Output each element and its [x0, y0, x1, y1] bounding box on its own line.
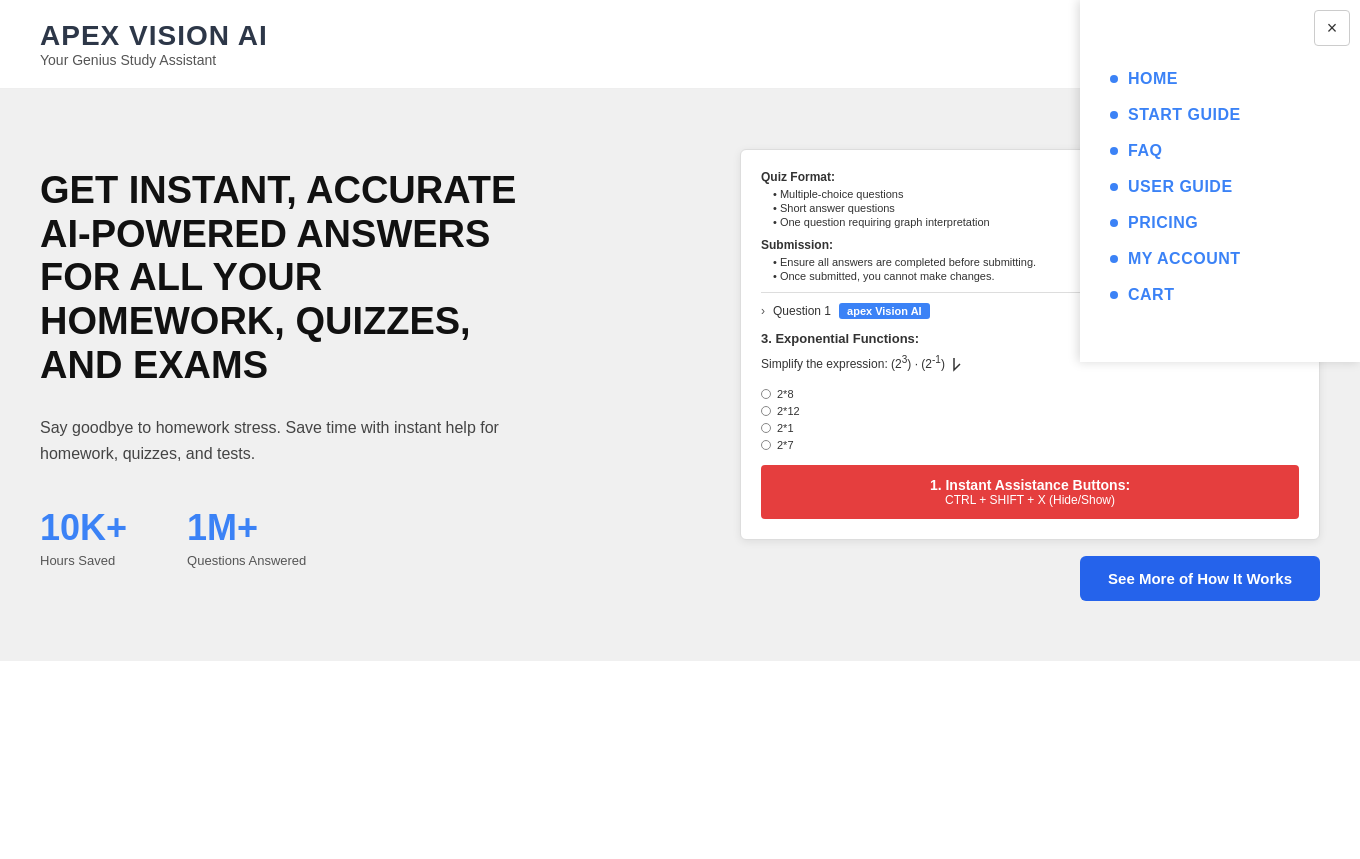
answer-text: 2*7: [777, 439, 794, 451]
radio-circle: [761, 406, 771, 416]
nav-dot: [1110, 111, 1118, 119]
nav-item-cart[interactable]: CART: [1110, 286, 1330, 304]
nav-dot: [1110, 183, 1118, 191]
header: APEX VISION AI Your Genius Study Assista…: [0, 0, 1360, 89]
radio-circle: [761, 423, 771, 433]
nav-item-home[interactable]: HOME: [1110, 70, 1330, 88]
nav-link-home[interactable]: HOME: [1128, 70, 1178, 88]
nav-arrow: ›: [761, 304, 765, 318]
answer-option[interactable]: 2*7: [761, 439, 1299, 451]
nav-item-pricing[interactable]: PRICING: [1110, 214, 1330, 232]
answer-text: 2*1: [777, 422, 794, 434]
nav-overlay: × HOME START GUIDE FAQ USER GUIDE PRICIN…: [1080, 0, 1360, 362]
hero-heading: GET INSTANT, ACCURATE AI-POWERED ANSWERS…: [40, 169, 560, 387]
question-tab-label: Question 1: [773, 304, 831, 318]
answer-option[interactable]: 2*8: [761, 388, 1299, 400]
nav-list: HOME START GUIDE FAQ USER GUIDE PRICING …: [1080, 20, 1360, 342]
nav-dot: [1110, 255, 1118, 263]
nav-dot: [1110, 75, 1118, 83]
stat-questions-value: 1M+: [187, 507, 306, 549]
nav-dot: [1110, 291, 1118, 299]
radio-circle: [761, 440, 771, 450]
stat-hours-label: Hours Saved: [40, 553, 127, 568]
nav-dot: [1110, 147, 1118, 155]
answer-text: 2*8: [777, 388, 794, 400]
hero-subtext: Say goodbye to homework stress. Save tim…: [40, 415, 560, 466]
nav-link-user-guide[interactable]: USER GUIDE: [1128, 178, 1233, 196]
stat-hours: 10K+ Hours Saved: [40, 507, 127, 568]
stat-hours-value: 10K+: [40, 507, 127, 549]
stat-questions: 1M+ Questions Answered: [187, 507, 306, 568]
answer-option[interactable]: 2*1: [761, 422, 1299, 434]
assist-banner-title: 1. Instant Assistance Buttons:: [777, 477, 1283, 493]
logo: APEX VISION AI Your Genius Study Assista…: [40, 20, 268, 68]
logo-subtitle: Your Genius Study Assistant: [40, 52, 268, 68]
hero-left: GET INSTANT, ACCURATE AI-POWERED ANSWERS…: [40, 149, 560, 576]
answer-option[interactable]: 2*12: [761, 405, 1299, 417]
see-more-button[interactable]: See More of How It Works: [1080, 556, 1320, 601]
nav-link-faq[interactable]: FAQ: [1128, 142, 1162, 160]
nav-dot: [1110, 219, 1118, 227]
nav-item-start-guide[interactable]: START GUIDE: [1110, 106, 1330, 124]
assist-banner-sub: CTRL + SHIFT + X (Hide/Show): [777, 493, 1283, 507]
answer-options: 2*8 2*12 2*1 2*7: [761, 388, 1299, 451]
answer-text: 2*12: [777, 405, 800, 417]
radio-circle: [761, 389, 771, 399]
stats-row: 10K+ Hours Saved 1M+ Questions Answered: [40, 507, 560, 568]
nav-close-button[interactable]: ×: [1314, 10, 1350, 46]
nav-link-start-guide[interactable]: START GUIDE: [1128, 106, 1241, 124]
nav-item-faq[interactable]: FAQ: [1110, 142, 1330, 160]
nav-link-cart[interactable]: CART: [1128, 286, 1174, 304]
question-badge: apex Vision AI: [839, 303, 930, 319]
logo-title: APEX VISION AI: [40, 20, 268, 52]
assist-banner: 1. Instant Assistance Buttons: CTRL + SH…: [761, 465, 1299, 519]
stat-questions-label: Questions Answered: [187, 553, 306, 568]
nav-link-pricing[interactable]: PRICING: [1128, 214, 1198, 232]
nav-link-my-account[interactable]: MY ACCOUNT: [1128, 250, 1241, 268]
nav-item-user-guide[interactable]: USER GUIDE: [1110, 178, 1330, 196]
nav-item-my-account[interactable]: MY ACCOUNT: [1110, 250, 1330, 268]
